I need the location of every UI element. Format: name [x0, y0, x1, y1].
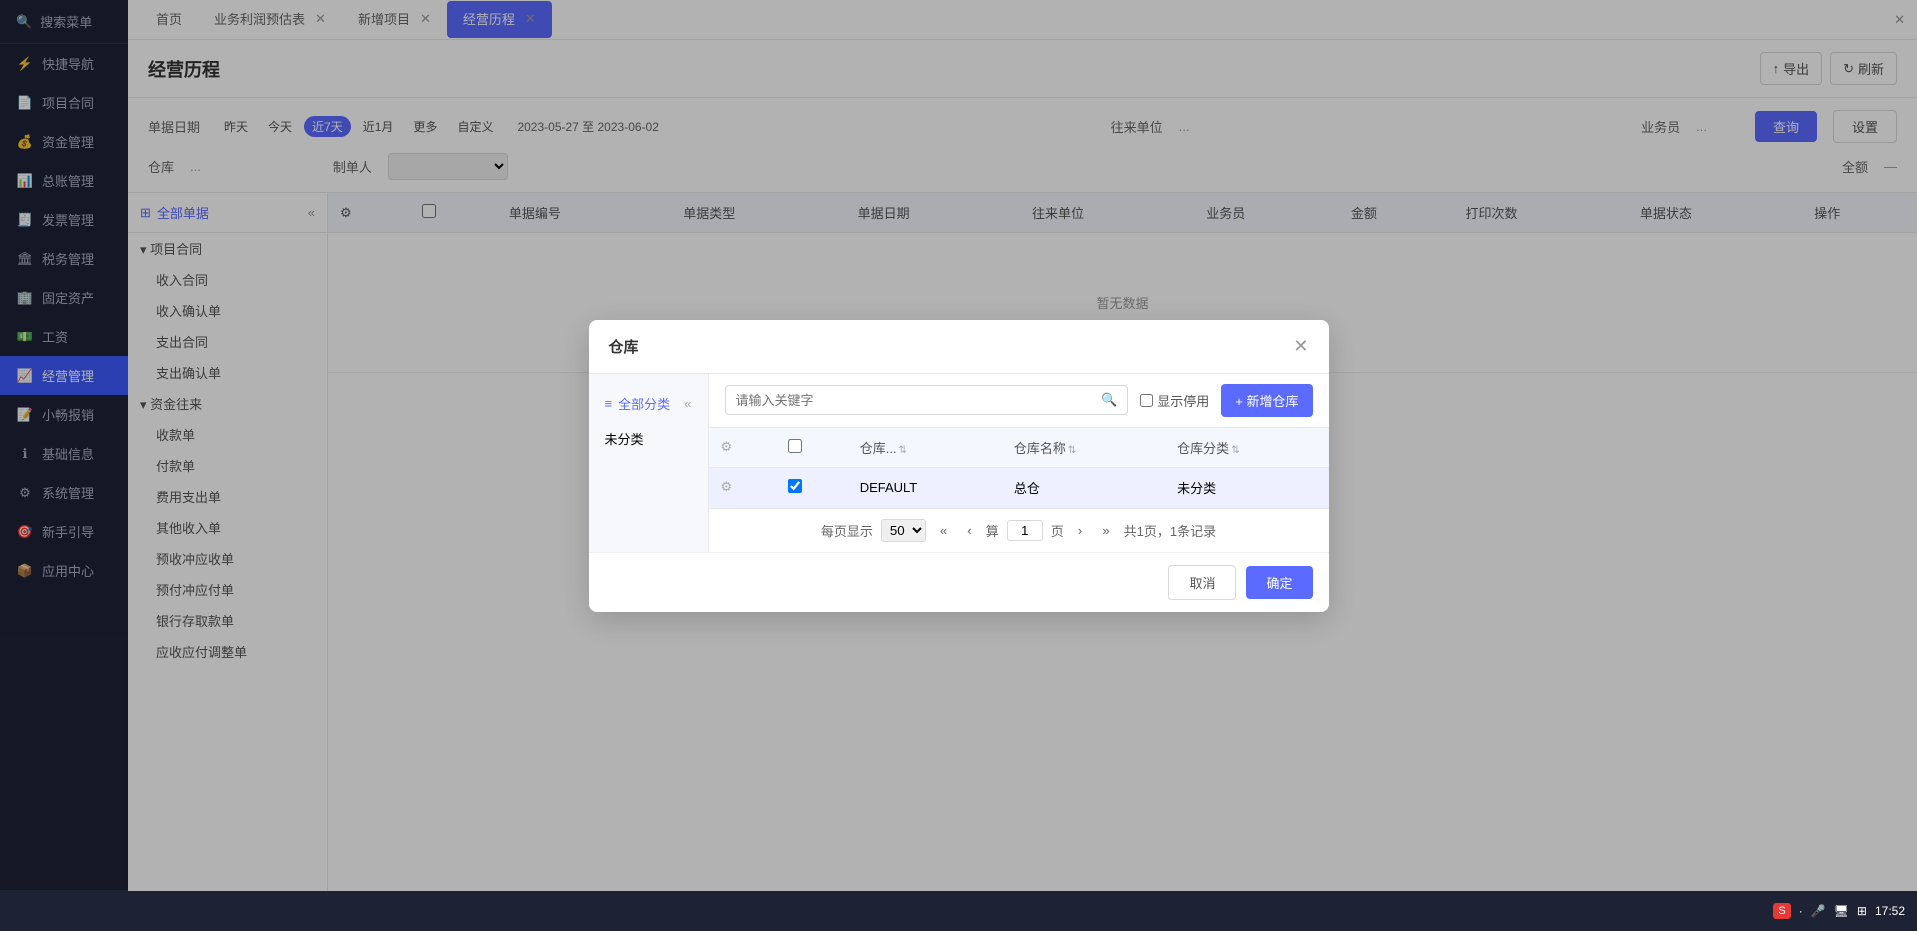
show-disabled-checkbox[interactable] — [1140, 394, 1153, 407]
category-icon: ≡ — [605, 396, 613, 411]
sort-icon-code: ⇅ — [899, 445, 907, 456]
dialog-category-all[interactable]: ≡ 全部分类 « — [589, 386, 708, 421]
dialog-page-label: 算 — [986, 521, 999, 540]
tray-dot-icon: · — [1799, 904, 1803, 918]
sort-icon-category: ⇅ — [1231, 445, 1239, 456]
dialog-next-btn[interactable]: › — [1072, 521, 1088, 540]
row-checkbox — [776, 467, 848, 507]
dialog-table-wrap: ⚙ 仓库...⇅ 仓库名称⇅ 仓库分类⇅ — [709, 428, 1329, 508]
row-settings: ⚙ — [709, 467, 776, 507]
row-category: 未分类 — [1165, 467, 1328, 507]
dialog-total-info: 共1页，1条记录 — [1124, 521, 1216, 540]
dialog-col-category: 仓库分类⇅ — [1165, 428, 1328, 468]
dialog-search-box[interactable]: 🔍 — [725, 385, 1129, 415]
uncategorized-label: 未分类 — [605, 429, 644, 448]
warehouse-dialog: 仓库 ✕ ≡ 全部分类 « 未分类 — [589, 320, 1329, 612]
taskbar: S · 🎤 🖥 ⊞ 17:52 — [0, 891, 1917, 931]
show-disabled-text: 显示停用 — [1157, 391, 1209, 410]
dialog-category-uncategorized[interactable]: 未分类 — [589, 421, 708, 456]
dialog-select-all[interactable] — [788, 439, 802, 453]
dialog-body: ≡ 全部分类 « 未分类 🔍 显示停用 — [589, 374, 1329, 552]
taskbar-time: 17:52 — [1875, 904, 1905, 918]
dialog-first-btn[interactable]: « — [934, 521, 953, 540]
dialog-close-button[interactable]: ✕ — [1293, 336, 1308, 357]
dialog-footer: 取消 确定 — [589, 552, 1329, 612]
dialog-overlay: 仓库 ✕ ≡ 全部分类 « 未分类 — [0, 0, 1917, 931]
tray-s-icon: S — [1773, 903, 1790, 919]
row-code: DEFAULT — [848, 467, 1002, 507]
dialog-col-settings: ⚙ — [709, 428, 776, 468]
dialog-per-page-label: 每页显示 — [821, 521, 873, 540]
tray-screen-icon: 🖥 — [1834, 904, 1849, 918]
dialog-search-input[interactable] — [736, 393, 1102, 408]
show-disabled-label[interactable]: 显示停用 — [1140, 391, 1209, 410]
add-warehouse-button[interactable]: + 新增仓库 — [1221, 384, 1312, 417]
dialog-left: ≡ 全部分类 « 未分类 — [589, 374, 709, 552]
cancel-button[interactable]: 取消 — [1168, 565, 1236, 600]
dialog-header: 仓库 ✕ — [589, 320, 1329, 374]
dialog-col-checkbox — [776, 428, 848, 468]
dialog-prev-btn[interactable]: ‹ — [961, 521, 977, 540]
dialog-title: 仓库 — [609, 336, 639, 357]
table-row[interactable]: ⚙ DEFAULT 总仓 未分类 — [709, 467, 1329, 507]
tray-mic-icon: 🎤 — [1811, 904, 1826, 918]
dialog-left-toggle[interactable]: « — [684, 396, 691, 411]
row-name: 总仓 — [1002, 467, 1165, 507]
search-icon: 🔍 — [1101, 392, 1117, 408]
dialog-table: ⚙ 仓库...⇅ 仓库名称⇅ 仓库分类⇅ — [709, 428, 1329, 508]
dialog-col-code: 仓库...⇅ — [848, 428, 1002, 468]
sort-icon-name: ⇅ — [1068, 445, 1076, 456]
dialog-per-page-select[interactable]: 50 — [881, 519, 926, 542]
row-select-checkbox[interactable] — [788, 479, 802, 493]
confirm-button[interactable]: 确定 — [1246, 566, 1312, 599]
dialog-bottom: 每页显示 50 « ‹ 算 页 › » 共1页，1条记录 — [709, 508, 1329, 552]
dialog-last-btn[interactable]: » — [1096, 521, 1115, 540]
dialog-pagination: 每页显示 50 « ‹ 算 页 › » 共1页，1条记录 — [709, 509, 1329, 552]
dialog-page-input[interactable] — [1007, 520, 1043, 541]
dialog-col-name: 仓库名称⇅ — [1002, 428, 1165, 468]
gear-icon[interactable]: ⚙ — [721, 439, 733, 454]
tray-extra-icon: ⊞ — [1857, 904, 1867, 918]
dialog-toolbar: 🔍 显示停用 + 新增仓库 — [709, 374, 1329, 428]
dialog-right: 🔍 显示停用 + 新增仓库 ⚙ — [709, 374, 1329, 552]
dialog-page-suffix: 页 — [1051, 521, 1064, 540]
row-gear-icon[interactable]: ⚙ — [721, 479, 733, 494]
system-tray: S · 🎤 🖥 ⊞ 17:52 — [1773, 903, 1905, 919]
category-all-label: 全部分类 — [618, 394, 670, 413]
